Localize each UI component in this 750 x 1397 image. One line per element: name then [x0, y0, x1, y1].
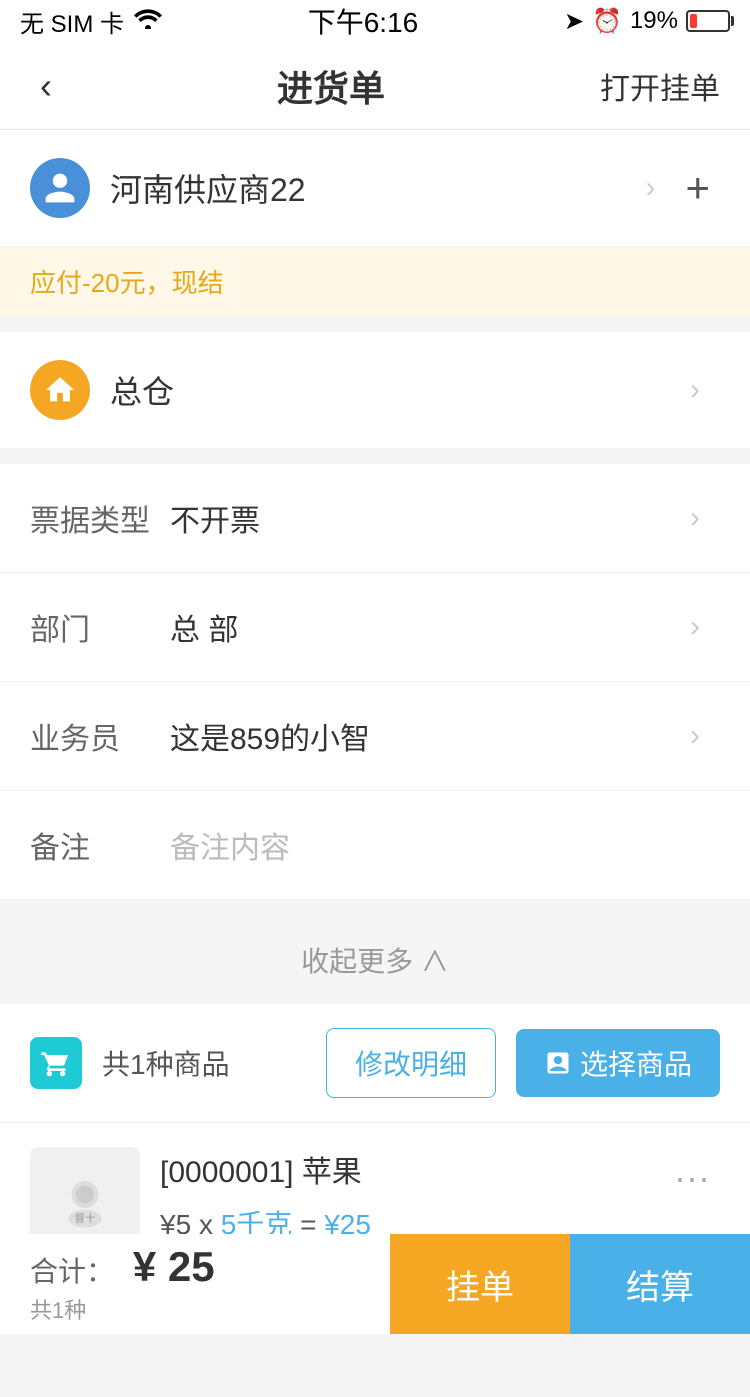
supplier-avatar	[30, 158, 90, 218]
department-value: 总 部	[170, 605, 690, 649]
cart-icon	[40, 1047, 72, 1079]
sales-value: 这是859的小智	[170, 714, 690, 758]
department-label: 部门	[30, 605, 170, 649]
products-count: 共1种商品	[102, 1043, 306, 1083]
product-info: [0000001] 苹果 ¥5 x 5千克 = ¥25	[160, 1147, 644, 1243]
remarks-value[interactable]: 备注内容	[170, 823, 720, 867]
total-amount: ¥ 25	[133, 1243, 215, 1290]
content-area: 河南供应商22 › + 应付-20元，现结 总仓 › 票据类型 不开票 › 部门…	[0, 130, 750, 1397]
bottom-bar: 合计： ¥ 25 共1种 挂单 结算	[0, 1234, 750, 1334]
select-product-button[interactable]: 选择商品	[516, 1029, 720, 1097]
carrier-text: 无 SIM 卡	[20, 4, 124, 39]
back-button[interactable]: ‹	[30, 55, 62, 117]
battery-percent: 19%	[630, 7, 678, 35]
product-thumb-icon: 督十	[55, 1172, 115, 1232]
status-time: 下午6:16	[308, 1, 419, 41]
product-name: [0000001] 苹果	[160, 1147, 644, 1191]
wifi-icon	[134, 7, 162, 36]
total-area: 合计： ¥ 25 共1种	[0, 1243, 390, 1325]
invoice-chevron-icon: ›	[690, 501, 700, 535]
chevron-right-icon: ›	[645, 171, 655, 205]
products-icon-wrap	[30, 1037, 82, 1089]
form-section: 票据类型 不开票 › 部门 总 部 › 业务员 这是859的小智 › 备注 备注…	[0, 464, 750, 900]
collapse-toggle[interactable]: 收起更多 ∧	[0, 916, 750, 1004]
department-row[interactable]: 部门 总 部 ›	[0, 573, 750, 682]
select-product-icon	[544, 1049, 572, 1077]
status-bar: 无 SIM 卡 下午6:16 ➤ ⏰ 19%	[0, 0, 750, 42]
department-chevron-icon: ›	[690, 610, 700, 644]
edit-detail-button[interactable]: 修改明细	[326, 1028, 496, 1098]
product-code: [0000001]	[160, 1156, 293, 1189]
supplier-name: 河南供应商22	[110, 165, 645, 211]
warehouse-section: 总仓 ›	[0, 332, 750, 448]
person-icon	[42, 170, 78, 206]
pending-button[interactable]: 挂单	[390, 1234, 570, 1334]
svg-text:督十: 督十	[75, 1212, 96, 1225]
supplier-notice: 应付-20元，现结	[0, 247, 750, 316]
total-label: 合计：	[30, 1256, 114, 1287]
sales-row[interactable]: 业务员 这是859的小智 ›	[0, 682, 750, 791]
remarks-label: 备注	[30, 823, 170, 867]
warehouse-row[interactable]: 总仓 ›	[0, 332, 750, 448]
status-left: 无 SIM 卡	[20, 4, 162, 39]
total-sub: 共1种	[30, 1293, 360, 1325]
battery-icon	[686, 10, 730, 32]
supplier-row[interactable]: 河南供应商22 › +	[0, 130, 750, 247]
open-pending-button[interactable]: 打开挂单	[600, 64, 720, 108]
products-header: 共1种商品 修改明细 选择商品	[0, 1004, 750, 1123]
checkout-button[interactable]: 结算	[570, 1234, 750, 1334]
add-supplier-button[interactable]: +	[675, 164, 720, 212]
alarm-icon: ⏰	[592, 7, 622, 36]
nav-bar: ‹ 进货单 打开挂单	[0, 42, 750, 130]
sales-label: 业务员	[30, 714, 170, 758]
warehouse-icon	[43, 373, 77, 407]
status-right: ➤ ⏰ 19%	[564, 7, 730, 36]
warehouse-icon-wrap	[30, 360, 90, 420]
product-menu-button[interactable]: ···	[664, 1147, 720, 1209]
invoice-row[interactable]: 票据类型 不开票 ›	[0, 464, 750, 573]
location-icon: ➤	[564, 7, 584, 36]
warehouse-chevron-icon: ›	[690, 373, 700, 407]
page-title: 进货单	[277, 60, 385, 112]
product-title-name: 苹果	[302, 1156, 362, 1189]
supplier-section: 河南供应商22 › + 应付-20元，现结	[0, 130, 750, 316]
select-product-label: 选择商品	[580, 1043, 692, 1083]
sales-chevron-icon: ›	[690, 719, 700, 753]
invoice-value: 不开票	[170, 496, 690, 540]
invoice-label: 票据类型	[30, 496, 170, 540]
warehouse-name: 总仓	[110, 367, 690, 413]
remarks-row[interactable]: 备注 备注内容	[0, 791, 750, 900]
